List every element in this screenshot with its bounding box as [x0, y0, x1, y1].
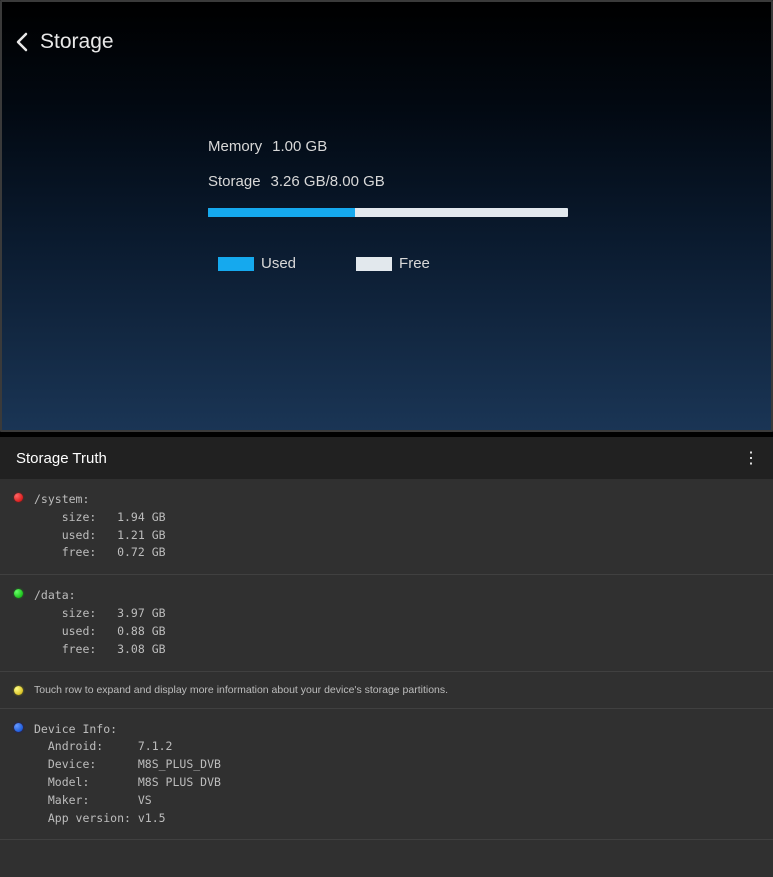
used-swatch-icon	[218, 257, 254, 271]
header: Storage	[2, 2, 771, 54]
storage-bar	[208, 208, 568, 217]
legend-used-label: Used	[261, 255, 296, 272]
device-lines: Android: 7.1.2 Device: M8S_PLUS_DVB Mode…	[34, 738, 763, 827]
blue-dot-icon	[14, 723, 23, 732]
page-title: Storage	[40, 30, 114, 54]
storage-bar-fill	[208, 208, 355, 217]
storage-truth-panel: Storage Truth ⋮ /system: size: 1.94 GB u…	[0, 437, 773, 877]
data-lines: size: 3.97 GB used: 0.88 GB free: 3.08 G…	[34, 605, 763, 658]
legend-free-label: Free	[399, 255, 430, 272]
legend-used: Used	[218, 255, 296, 272]
storage-row: Storage 3.26 GB/8.00 GB	[208, 173, 568, 190]
red-dot-icon	[14, 493, 23, 502]
hint-row[interactable]: Touch row to expand and display more inf…	[0, 672, 773, 709]
hint-text: Touch row to expand and display more inf…	[34, 684, 763, 696]
storage-value: 3.26 GB/8.00 GB	[271, 173, 385, 190]
back-icon[interactable]	[12, 32, 32, 52]
partition-data[interactable]: /data: size: 3.97 GB used: 0.88 GB free:…	[0, 575, 773, 671]
free-swatch-icon	[356, 257, 392, 271]
memory-value: 1.00 GB	[272, 138, 327, 155]
legend-free: Free	[356, 255, 430, 272]
partition-system[interactable]: /system: size: 1.94 GB used: 1.21 GB fre…	[0, 479, 773, 575]
device-info[interactable]: Device Info: Android: 7.1.2 Device: M8S_…	[0, 709, 773, 841]
green-dot-icon	[14, 589, 23, 598]
storage-settings-panel: Storage Memory 1.00 GB Storage 3.26 GB/8…	[0, 0, 773, 432]
legend: Used Free	[218, 255, 568, 272]
system-path: /system:	[34, 491, 763, 509]
storage-label: Storage	[208, 173, 261, 190]
storage-summary: Memory 1.00 GB Storage 3.26 GB/8.00 GB U…	[208, 138, 568, 272]
appbar: Storage Truth ⋮	[0, 437, 773, 479]
overflow-menu-icon[interactable]: ⋮	[743, 448, 759, 468]
app-title: Storage Truth	[16, 450, 107, 467]
data-path: /data:	[34, 587, 763, 605]
system-lines: size: 1.94 GB used: 1.21 GB free: 0.72 G…	[34, 509, 763, 562]
memory-row: Memory 1.00 GB	[208, 138, 568, 155]
device-header: Device Info:	[34, 721, 763, 739]
yellow-dot-icon	[14, 686, 23, 695]
memory-label: Memory	[208, 138, 262, 155]
